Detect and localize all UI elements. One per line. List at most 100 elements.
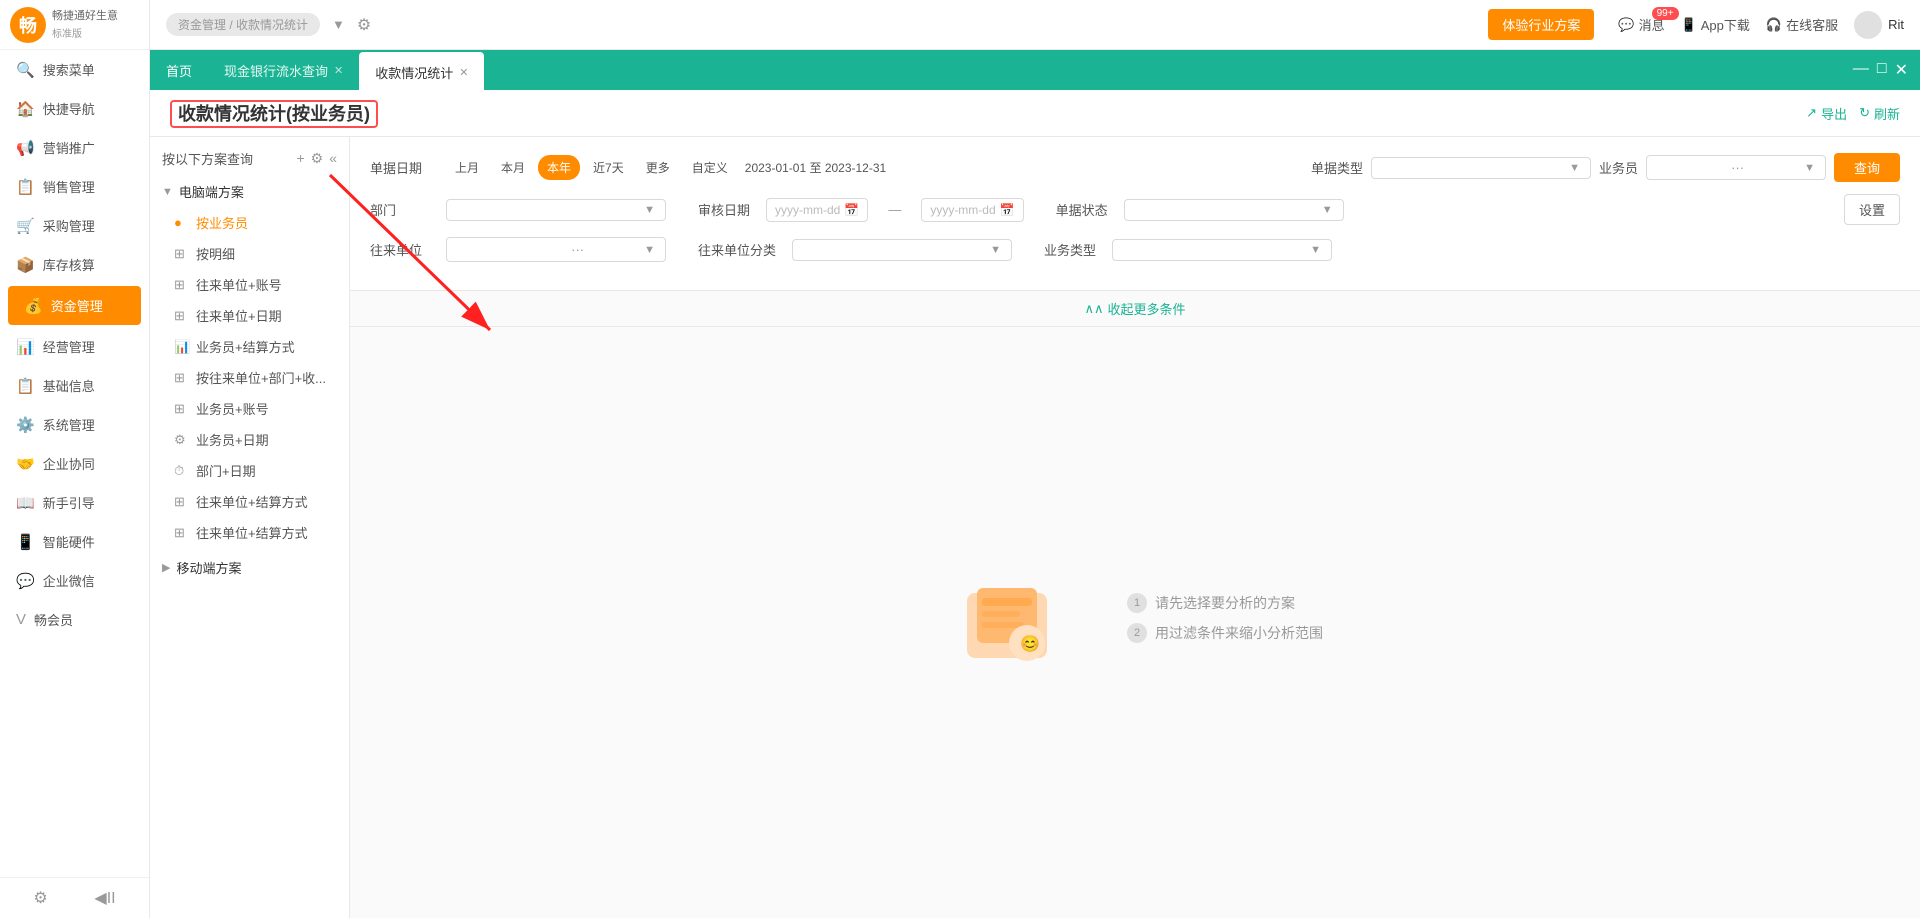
- search-icon: 🔍: [16, 61, 35, 79]
- sidebar-item-inventory[interactable]: 📦 库存核算: [0, 245, 149, 284]
- empty-area: 😊 1 请先选择要分析的方案 2 用过滤条件来缩小分析范围: [350, 327, 1920, 918]
- purchase-icon: 🛒: [16, 217, 35, 235]
- scheme-item-salesperson-date[interactable]: ⚙ 业务员+日期: [150, 424, 349, 455]
- sidebar-item-search[interactable]: 🔍 搜索菜单: [0, 50, 149, 89]
- date-btn-more[interactable]: 更多: [637, 155, 679, 180]
- desktop-section-title[interactable]: ▼ 电脑端方案: [150, 176, 349, 207]
- doc-type-label: 单据类型: [1311, 158, 1363, 177]
- panel-header-actions: + ⚙ «: [296, 150, 337, 167]
- app-download-btn[interactable]: 📱 App下载: [1681, 15, 1750, 34]
- doc-type-select[interactable]: ▼: [1371, 157, 1591, 179]
- sidebar-item-wechat[interactable]: 💬 企业微信: [0, 561, 149, 600]
- review-date-start-value: yyyy-mm-dd: [775, 203, 840, 217]
- scheme-item-salesperson-account[interactable]: ⊞ 业务员+账号: [150, 393, 349, 424]
- sidebar-collapse-btn[interactable]: ◀II: [94, 888, 115, 908]
- date-btn-this-month[interactable]: 本月: [492, 155, 534, 180]
- query-button[interactable]: 查询: [1834, 153, 1900, 182]
- salesperson-date-icon: ⚙: [174, 432, 190, 448]
- sidebar-item-sales[interactable]: 📋 销售管理: [0, 167, 149, 206]
- tab-receivable[interactable]: 收款情况统计 ✕: [359, 52, 484, 92]
- close-btn[interactable]: ✕: [1895, 60, 1908, 80]
- partner-more-btn[interactable]: ···: [571, 242, 584, 257]
- sidebar-item-hardware[interactable]: 📱 智能硬件: [0, 522, 149, 561]
- user-area[interactable]: Rit: [1854, 11, 1904, 39]
- scheme-item-partner-settle1[interactable]: ⊞ 往来单位+结算方式: [150, 486, 349, 517]
- step-2-label: 用过滤条件来缩小分析范围: [1155, 623, 1323, 643]
- biz-type-select[interactable]: ▼: [1112, 239, 1332, 261]
- sidebar-settings-btn[interactable]: ⚙: [33, 888, 47, 908]
- step-2-num: 2: [1127, 623, 1147, 643]
- sidebar-item-operation[interactable]: 📊 经营管理: [0, 327, 149, 366]
- sidebar-label-basic: 基础信息: [43, 376, 95, 395]
- partner-category-chevron: ▼: [990, 244, 1001, 256]
- partner-select[interactable]: ··· ▼: [446, 237, 666, 262]
- dept-chevron: ▼: [644, 204, 655, 216]
- sidebar-item-quicknav[interactable]: 🏠 快捷导航: [0, 89, 149, 128]
- settings-button[interactable]: 设置: [1844, 194, 1900, 225]
- scheme-item-partner-dept[interactable]: ⊞ 按往来单位+部门+收...: [150, 362, 349, 393]
- scheme-item-dept-date[interactable]: ⏱ 部门+日期: [150, 455, 349, 486]
- tab-home[interactable]: 首页: [150, 50, 208, 90]
- calendar-start-icon[interactable]: 📅: [844, 203, 859, 217]
- topbar-settings-icon[interactable]: ⚙: [357, 15, 371, 35]
- salesperson-chevron: ▼: [1804, 162, 1815, 174]
- sidebar-label-system: 系统管理: [43, 415, 95, 434]
- doc-status-select[interactable]: ▼: [1124, 199, 1344, 221]
- panel-add-btn[interactable]: +: [296, 150, 304, 167]
- sidebar-item-finance[interactable]: 💰 资金管理: [8, 286, 141, 325]
- review-date-end-input[interactable]: yyyy-mm-dd 📅: [921, 198, 1023, 222]
- panel-settings-btn[interactable]: ⚙: [311, 150, 324, 167]
- tab-bank[interactable]: 现金银行流水查询 ✕: [208, 50, 359, 90]
- date-btn-custom[interactable]: 自定义: [683, 155, 737, 180]
- scheme-item-by-salesperson[interactable]: ● 按业务员: [150, 207, 349, 238]
- service-icon: 🎧: [1766, 17, 1782, 33]
- dept-label: 部门: [370, 200, 430, 219]
- collapse-button[interactable]: ∧∧ 收起更多条件: [1084, 299, 1185, 318]
- sidebar-item-system[interactable]: ⚙️ 系统管理: [0, 405, 149, 444]
- export-icon: ↗: [1806, 105, 1817, 121]
- review-date-start-input[interactable]: yyyy-mm-dd 📅: [766, 198, 868, 222]
- finance-icon: 💰: [24, 297, 43, 315]
- sidebar-label-inventory: 库存核算: [43, 255, 95, 274]
- salesperson-select[interactable]: ··· ▼: [1646, 155, 1826, 180]
- header-actions: ↗ 导出 ↻ 刷新: [1806, 104, 1900, 123]
- calendar-end-icon[interactable]: 📅: [1000, 203, 1015, 217]
- sidebar-item-basic[interactable]: 📋 基础信息: [0, 366, 149, 405]
- export-button[interactable]: ↗ 导出: [1806, 104, 1847, 123]
- sidebar-item-marketing[interactable]: 📢 营销推广: [0, 128, 149, 167]
- sidebar-item-newbie[interactable]: 📖 新手引导: [0, 483, 149, 522]
- tab-receivable-close[interactable]: ✕: [459, 66, 468, 79]
- sidebar-item-corp[interactable]: 🤝 企业协同: [0, 444, 149, 483]
- tab-bank-close[interactable]: ✕: [334, 64, 343, 77]
- refresh-button[interactable]: ↻ 刷新: [1859, 104, 1900, 123]
- logo-text: 畅捷通好生意: [52, 9, 118, 24]
- partner-settle1-icon: ⊞: [174, 494, 190, 510]
- expand-arrow: ▼: [162, 186, 173, 198]
- date-btn-this-year[interactable]: 本年: [538, 155, 580, 180]
- scheme-item-partner-settle2[interactable]: ⊞ 往来单位+结算方式: [150, 517, 349, 548]
- scheme-item-partner-date[interactable]: ⊞ 往来单位+日期: [150, 300, 349, 331]
- date-btn-7days[interactable]: 近7天: [584, 155, 633, 180]
- biz-type-chevron: ▼: [1310, 244, 1321, 256]
- scheme-label-salesperson-account: 业务员+账号: [196, 399, 269, 418]
- scheme-item-by-detail[interactable]: ⊞ 按明细: [150, 238, 349, 269]
- mobile-section-title[interactable]: ▶ 移动端方案: [150, 552, 349, 583]
- dept-select[interactable]: ▼: [446, 199, 666, 221]
- online-service-btn[interactable]: 🎧 在线客服: [1766, 15, 1838, 34]
- panel-collapse-btn[interactable]: «: [329, 150, 337, 167]
- sidebar-item-purchase[interactable]: 🛒 采购管理: [0, 206, 149, 245]
- maximize-btn[interactable]: □: [1877, 60, 1887, 80]
- sidebar-item-member[interactable]: V 畅会员: [0, 600, 149, 639]
- scheme-label-partner-date: 往来单位+日期: [196, 306, 282, 325]
- user-name: Rit: [1888, 17, 1904, 32]
- scheme-item-partner-account[interactable]: ⊞ 往来单位+账号: [150, 269, 349, 300]
- message-button[interactable]: 💬 消息 99+: [1618, 15, 1664, 34]
- trial-button[interactable]: 体验行业方案: [1488, 9, 1594, 40]
- refresh-icon: ↻: [1859, 105, 1870, 121]
- step-1-num: 1: [1127, 593, 1147, 613]
- minimize-btn[interactable]: —: [1853, 60, 1869, 80]
- date-btn-last-month[interactable]: 上月: [446, 155, 488, 180]
- salesperson-more-btn[interactable]: ···: [1731, 160, 1744, 175]
- scheme-item-salesperson-settle[interactable]: 📊 业务员+结算方式: [150, 331, 349, 362]
- partner-category-select[interactable]: ▼: [792, 239, 1012, 261]
